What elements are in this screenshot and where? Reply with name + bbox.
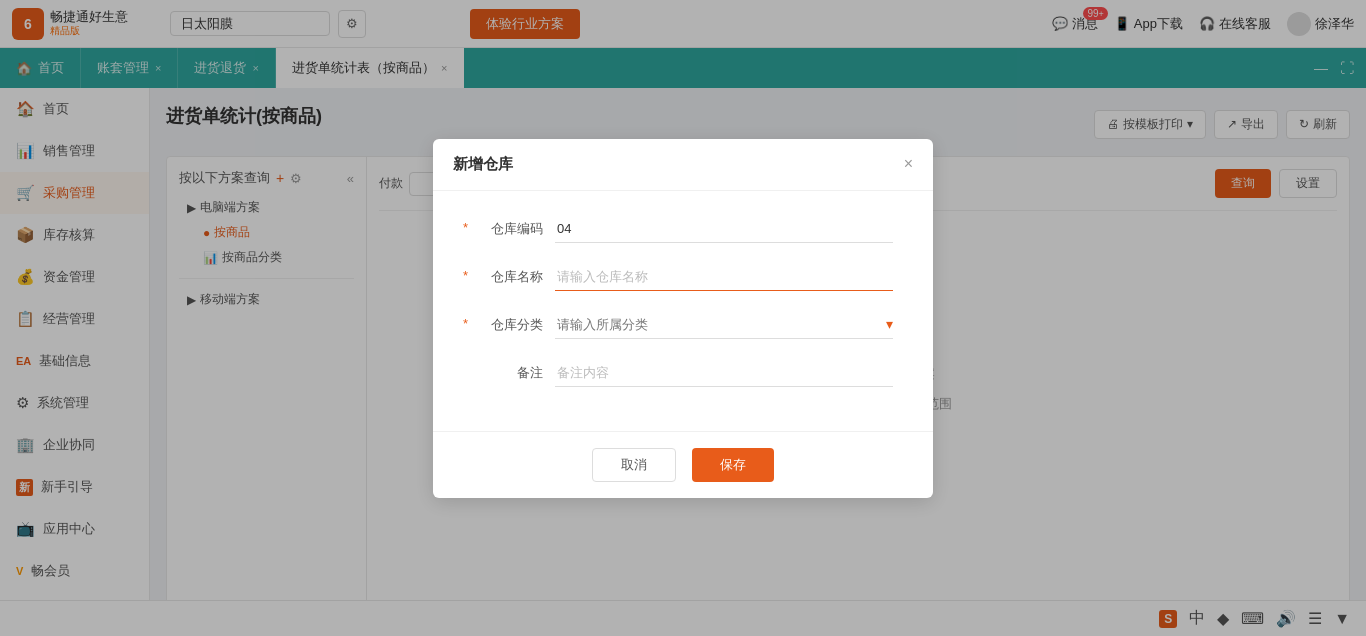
dialog-footer: 取消 保存: [433, 431, 933, 498]
cancel-button[interactable]: 取消: [592, 448, 676, 482]
category-select[interactable]: ▾: [555, 311, 893, 339]
category-input[interactable]: [555, 311, 886, 338]
dialog-title: 新增仓库: [453, 155, 513, 174]
code-label: 仓库编码: [473, 220, 543, 238]
dialog-header: 新增仓库 ×: [433, 139, 933, 191]
name-label: 仓库名称: [473, 268, 543, 286]
save-button[interactable]: 保存: [692, 448, 774, 482]
code-input[interactable]: [555, 215, 893, 243]
category-form-row: 仓库分类 ▾: [473, 311, 893, 339]
remark-input[interactable]: [555, 359, 893, 387]
dialog-overlay[interactable]: 新增仓库 × 仓库编码 仓库名称 仓库分类 ▾: [0, 0, 1366, 636]
category-label: 仓库分类: [473, 316, 543, 334]
name-form-row: 仓库名称: [473, 263, 893, 291]
name-input[interactable]: [555, 263, 893, 291]
dialog-body: 仓库编码 仓库名称 仓库分类 ▾ 备注: [433, 191, 933, 431]
dialog-close-button[interactable]: ×: [904, 155, 913, 173]
remark-label: 备注: [473, 364, 543, 382]
code-form-row: 仓库编码: [473, 215, 893, 243]
new-warehouse-dialog: 新增仓库 × 仓库编码 仓库名称 仓库分类 ▾: [433, 139, 933, 498]
category-arrow-icon: ▾: [886, 316, 893, 332]
remark-form-row: 备注: [473, 359, 893, 387]
